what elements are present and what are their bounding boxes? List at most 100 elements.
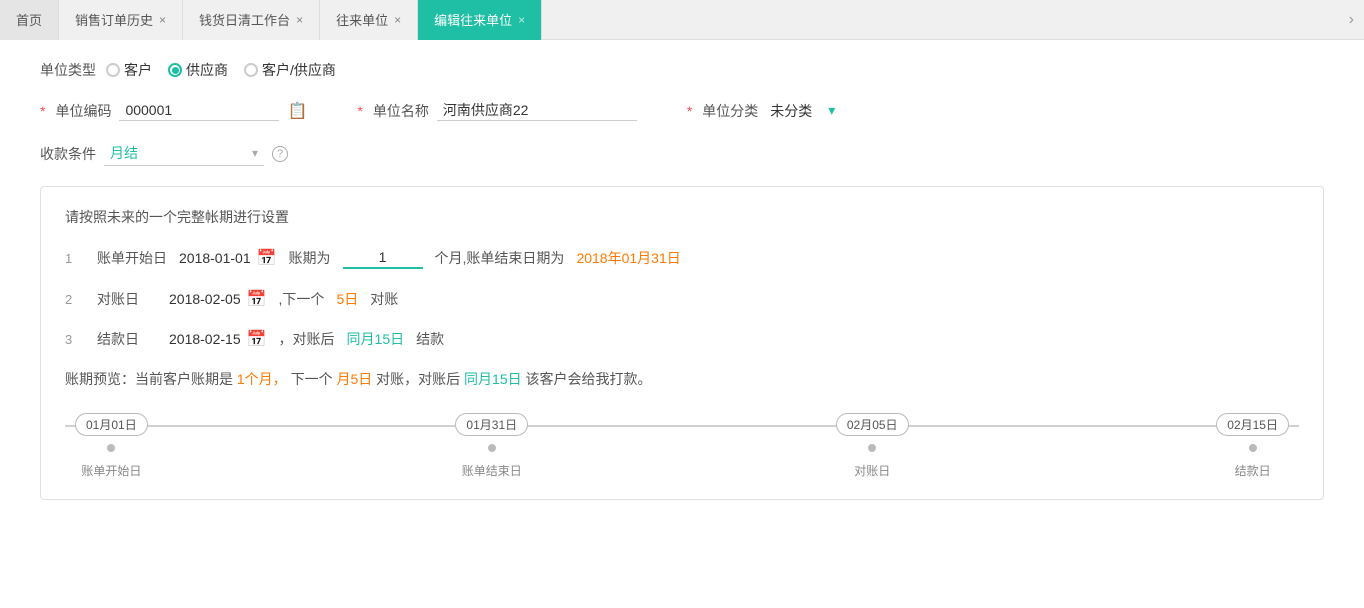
row-desc-2-highlight: 5日 <box>336 289 358 309</box>
tab-sales-order[interactable]: 销售订单历史 × <box>59 0 183 40</box>
cal-icon-2[interactable]: 📅 <box>247 289 267 309</box>
tab-sales-label: 销售订单历史 <box>75 10 153 29</box>
row-desc-3-suffix: 结款 <box>416 329 444 349</box>
row-date-3: 2018-02-15 📅 <box>169 329 267 349</box>
radio-customer-label: 客户 <box>124 60 152 80</box>
row-desc-2-suffix: 对账 <box>370 289 398 309</box>
row-desc-3-prefix: ，对账后 <box>279 329 335 349</box>
preview-highlight-1: 1个月， <box>237 371 287 387</box>
row-num-1: 1 <box>65 251 85 266</box>
timeline-node-1: 01月01日 账单开始日 <box>75 413 148 479</box>
tab-sales-close[interactable]: × <box>159 13 166 27</box>
tab-more-button[interactable]: › <box>1339 11 1364 29</box>
node-tag-2: 01月31日 <box>455 413 528 436</box>
row-desc-3-highlight: 同月15日 <box>347 329 405 349</box>
config-row-1: 1 账单开始日 2018-01-01 📅 账期为 个月,账单结束日期为 2018… <box>65 247 1299 269</box>
preview-highlight-2: 月5日 <box>336 371 372 387</box>
preview-static-1: 账期预览：当前客户账期是 <box>65 371 233 387</box>
payment-help-icon[interactable]: ? <box>272 146 288 162</box>
config-row-3: 3 结款日 2018-02-15 📅 ，对账后 同月15日 结款 <box>65 329 1299 349</box>
radio-both[interactable]: 客户/供应商 <box>244 60 336 80</box>
timeline-container: 01月01日 账单开始日 01月31日 账单结束日 02月05日 对账日 02月… <box>65 413 1299 479</box>
node-tag-1: 01月01日 <box>75 413 148 436</box>
date-val-3: 2018-02-15 <box>169 331 241 347</box>
unit-category-item: * 单位分类 未分类 ▾ <box>687 101 835 121</box>
row-date-1: 2018-01-01 📅 <box>179 248 277 268</box>
payment-item: 收款条件 月结 ▾ ? <box>40 141 288 166</box>
radio-supplier[interactable]: 供应商 <box>168 60 228 80</box>
unit-name-item: * 单位名称 <box>357 100 636 121</box>
tab-home[interactable]: 首页 <box>0 0 59 40</box>
unit-code-input[interactable] <box>119 100 279 121</box>
timeline-node-2: 01月31日 账单结束日 <box>455 413 528 479</box>
radio-supplier-label: 供应商 <box>186 60 228 80</box>
category-dropdown-icon[interactable]: ▾ <box>828 102 835 119</box>
preview-text: 账期预览：当前客户账期是 1个月， 下一个 月5日 对账，对账后 同月15日 该… <box>65 369 1299 389</box>
payment-label: 收款条件 <box>40 144 96 164</box>
row-suffix-label-1: 账期为 <box>289 248 331 268</box>
section-title: 请按照未来的一个完整帐期进行设置 <box>65 207 1299 227</box>
payment-row: 收款条件 月结 ▾ ? <box>40 141 1324 166</box>
tab-edit-counterparty[interactable]: 编辑往来单位 × <box>418 0 542 40</box>
node-label-2: 账单结束日 <box>462 462 522 479</box>
node-dot-4 <box>1249 444 1257 452</box>
tab-bar: 首页 销售订单历史 × 钱货日清工作台 × 往来单位 × 编辑往来单位 × › <box>0 0 1364 40</box>
unit-code-item: * 单位编码 📋 <box>40 100 307 121</box>
unit-type-radio-group: 客户 供应商 客户/供应商 <box>106 60 336 80</box>
unit-category-label: 单位分类 <box>702 101 758 121</box>
row-month-unit: 个月,账单结束日期为 <box>435 248 565 268</box>
row-desc-2-prefix: ,下一个 <box>279 289 325 309</box>
payment-select[interactable]: 月结 ▾ <box>104 141 264 166</box>
node-tag-4: 02月15日 <box>1216 413 1289 436</box>
cal-icon-3[interactable]: 📅 <box>247 329 267 349</box>
tab-cash-work[interactable]: 钱货日清工作台 × <box>183 0 320 40</box>
tab-cash-label: 钱货日清工作台 <box>199 10 290 29</box>
code-required: * <box>40 103 45 119</box>
unit-code-calendar-icon[interactable]: 📋 <box>287 101 307 121</box>
unit-category-value: 未分类 <box>770 101 812 121</box>
unit-name-label: 单位名称 <box>373 101 429 121</box>
radio-both-label: 客户/供应商 <box>262 60 336 80</box>
tab-counterparty-label: 往来单位 <box>336 10 388 29</box>
unit-type-label: 单位类型 <box>40 60 96 80</box>
node-tag-3: 02月05日 <box>836 413 909 436</box>
row-label-3: 结款日 <box>97 329 157 349</box>
cal-icon-1[interactable]: 📅 <box>257 248 277 268</box>
timeline-node-3: 02月05日 对账日 <box>836 413 909 479</box>
tab-edit-close[interactable]: × <box>518 13 525 27</box>
unit-name-input[interactable] <box>437 100 637 121</box>
node-label-1: 账单开始日 <box>81 462 141 479</box>
unit-type-label-wrap: 单位类型 <box>40 60 96 80</box>
payment-dropdown-icon: ▾ <box>252 146 258 160</box>
month-input[interactable] <box>343 247 423 269</box>
name-required: * <box>357 103 362 119</box>
category-required: * <box>687 103 692 119</box>
tab-edit-label: 编辑往来单位 <box>434 10 512 29</box>
unit-type-row: 单位类型 客户 供应商 客户/供应商 <box>40 60 1324 80</box>
radio-both-circle <box>244 63 258 77</box>
tab-counterparty[interactable]: 往来单位 × <box>320 0 418 40</box>
config-section: 请按照未来的一个完整帐期进行设置 1 账单开始日 2018-01-01 📅 账期… <box>40 186 1324 500</box>
row-end-date-highlight: 2018年01月31日 <box>576 248 680 268</box>
row-label-2: 对账日 <box>97 289 157 309</box>
node-label-4: 结款日 <box>1235 462 1271 479</box>
tab-cash-close[interactable]: × <box>296 13 303 27</box>
node-label-3: 对账日 <box>854 462 890 479</box>
row-num-2: 2 <box>65 292 85 307</box>
node-dot-1 <box>107 444 115 452</box>
unit-code-label: 单位编码 <box>55 101 111 121</box>
tab-home-label: 首页 <box>16 10 42 29</box>
timeline-nodes: 01月01日 账单开始日 01月31日 账单结束日 02月05日 对账日 02月… <box>75 413 1289 479</box>
preview-highlight-3: 同月15日 <box>464 371 522 387</box>
code-name-row: * 单位编码 📋 * 单位名称 * 单位分类 未分类 ▾ <box>40 100 1324 121</box>
node-dot-2 <box>488 444 496 452</box>
payment-value: 月结 <box>110 143 248 163</box>
row-num-3: 3 <box>65 332 85 347</box>
preview-static-2: 下一个 <box>291 371 333 387</box>
page-content: 单位类型 客户 供应商 客户/供应商 * 单位编码 📋 * <box>0 40 1364 608</box>
timeline-node-4: 02月15日 结款日 <box>1216 413 1289 479</box>
radio-customer[interactable]: 客户 <box>106 60 152 80</box>
date-val-1: 2018-01-01 <box>179 250 251 266</box>
preview-static-3: 对账，对账后 <box>376 371 460 387</box>
tab-counterparty-close[interactable]: × <box>394 13 401 27</box>
